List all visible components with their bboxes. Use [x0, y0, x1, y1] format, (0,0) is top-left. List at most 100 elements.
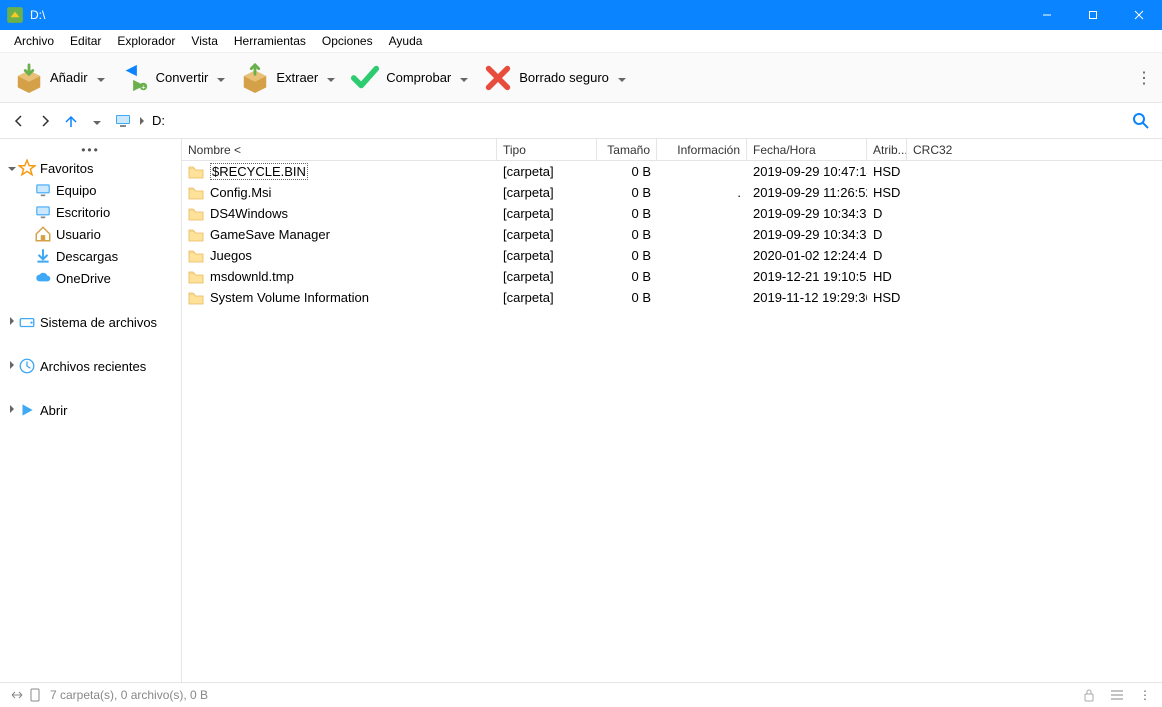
sidebar-fav-item[interactable]: Usuario: [0, 223, 181, 245]
tree-recent[interactable]: Archivos recientes: [0, 355, 181, 377]
file-info: .: [657, 185, 747, 200]
file-row[interactable]: msdownld.tmp[carpeta]0 B2019-12-21 19:10…: [182, 266, 1162, 287]
file-date: 2020-01-02 12:24:44: [747, 248, 867, 263]
menu-herramientas[interactable]: Herramientas: [226, 30, 314, 52]
file-type: [carpeta]: [497, 164, 597, 179]
chevron-down-icon[interactable]: [94, 70, 108, 85]
file-attr: D: [867, 227, 907, 242]
file-pane: Nombre < Tipo Tamaño Información Fecha/H…: [182, 139, 1162, 682]
back-button[interactable]: [6, 108, 32, 134]
menu-opciones[interactable]: Opciones: [314, 30, 381, 52]
file-name: Config.Msi: [210, 185, 271, 200]
extract-button[interactable]: Extraer: [236, 60, 342, 96]
convert-icon: +: [120, 63, 150, 93]
breadcrumb-path[interactable]: D:: [148, 113, 169, 128]
status-bar: 7 carpeta(s), 0 archivo(s), 0 B ⋮: [0, 682, 1162, 707]
download-icon: [34, 248, 52, 264]
forward-button[interactable]: [32, 108, 58, 134]
up-button[interactable]: [58, 108, 84, 134]
menu-vista[interactable]: Vista: [183, 30, 225, 52]
maximize-button[interactable]: [1070, 0, 1116, 30]
tree-open[interactable]: Abrir: [0, 399, 181, 421]
file-size: 0 B: [597, 185, 657, 200]
tree-label: OneDrive: [56, 271, 111, 286]
sidebar-fav-item[interactable]: Equipo: [0, 179, 181, 201]
window-title: D:\: [30, 8, 1024, 22]
chevron-down-icon[interactable]: [214, 70, 228, 85]
col-info[interactable]: Información: [657, 139, 747, 160]
sidebar-fav-item[interactable]: Descargas: [0, 245, 181, 267]
menu-explorador[interactable]: Explorador: [109, 30, 183, 52]
secure-delete-button[interactable]: Borrado seguro: [479, 60, 633, 96]
toolbar-more-button[interactable]: ⋮: [1136, 68, 1152, 88]
tree-favorites[interactable]: Favoritos: [0, 157, 181, 179]
tree-label: Abrir: [40, 403, 67, 418]
sidebar-fav-item[interactable]: Escritorio: [0, 201, 181, 223]
file-type: [carpeta]: [497, 248, 597, 263]
play-icon: [18, 402, 36, 418]
box-extract-icon: [240, 63, 270, 93]
chevron-down-icon[interactable]: [457, 70, 471, 85]
chevron-down-icon[interactable]: [324, 70, 338, 85]
chevron-right-icon[interactable]: [6, 405, 18, 416]
clock-icon: [18, 358, 36, 374]
resize-icon[interactable]: [8, 688, 26, 702]
add-button[interactable]: Añadir: [10, 60, 112, 96]
chevron-down-icon[interactable]: [6, 163, 18, 174]
file-size: 0 B: [597, 269, 657, 284]
file-row[interactable]: Config.Msi[carpeta]0 B.2019-09-29 11:26:…: [182, 182, 1162, 203]
chevron-right-icon[interactable]: [6, 361, 18, 372]
file-row[interactable]: GameSave Manager[carpeta]0 B2019-09-29 1…: [182, 224, 1162, 245]
sidebar-fav-item[interactable]: OneDrive: [0, 267, 181, 289]
folder-icon: [188, 270, 204, 284]
file-row[interactable]: System Volume Information[carpeta]0 B201…: [182, 287, 1162, 308]
main-area: ••• Favoritos EquipoEscritorioUsuarioDes…: [0, 139, 1162, 682]
chevron-down-icon[interactable]: [615, 70, 629, 85]
file-row[interactable]: $RECYCLE.BIN[carpeta]0 B2019-09-29 10:47…: [182, 161, 1162, 182]
device-icon[interactable]: [26, 688, 44, 702]
sidebar-dots-icon[interactable]: •••: [0, 143, 181, 157]
status-more-icon[interactable]: ⋮: [1136, 688, 1154, 702]
minimize-button[interactable]: [1024, 0, 1070, 30]
search-button[interactable]: [1126, 112, 1156, 130]
col-name[interactable]: Nombre <: [182, 139, 497, 160]
chevron-right-icon[interactable]: [6, 317, 18, 328]
file-row[interactable]: DS4Windows[carpeta]0 B2019-09-29 10:34:3…: [182, 203, 1162, 224]
tree-filesystem[interactable]: Sistema de archivos: [0, 311, 181, 333]
title-bar: D:\: [0, 0, 1162, 30]
file-size: 0 B: [597, 290, 657, 305]
convert-button[interactable]: + Convertir: [116, 60, 233, 96]
file-row[interactable]: Juegos[carpeta]0 B2020-01-02 12:24:44D: [182, 245, 1162, 266]
folder-icon: [188, 291, 204, 305]
status-summary: 7 carpeta(s), 0 archivo(s), 0 B: [50, 688, 208, 702]
col-attr[interactable]: Atrib...: [867, 139, 907, 160]
sidebar: ••• Favoritos EquipoEscritorioUsuarioDes…: [0, 139, 182, 682]
toolbar: Añadir + Convertir Extraer Comprobar Bor…: [0, 53, 1162, 103]
col-type[interactable]: Tipo: [497, 139, 597, 160]
test-button[interactable]: Comprobar: [346, 60, 475, 96]
file-attr: HSD: [867, 185, 907, 200]
col-date[interactable]: Fecha/Hora: [747, 139, 867, 160]
lock-icon[interactable]: [1080, 688, 1098, 702]
close-button[interactable]: [1116, 0, 1162, 30]
file-date: 2019-09-29 10:34:36: [747, 206, 867, 221]
file-size: 0 B: [597, 227, 657, 242]
col-crc[interactable]: CRC32: [907, 139, 967, 160]
monitor-icon: [34, 182, 52, 198]
convert-label: Convertir: [156, 70, 209, 85]
history-dropdown[interactable]: [84, 108, 110, 134]
file-name: System Volume Information: [210, 290, 369, 305]
menu-editar[interactable]: Editar: [62, 30, 109, 52]
file-attr: HSD: [867, 164, 907, 179]
computer-icon[interactable]: [110, 108, 136, 134]
menu-ayuda[interactable]: Ayuda: [381, 30, 431, 52]
file-attr: HSD: [867, 290, 907, 305]
test-label: Comprobar: [386, 70, 451, 85]
col-size[interactable]: Tamaño: [597, 139, 657, 160]
file-date: 2019-09-29 11:26:52: [747, 185, 867, 200]
tree-label: Favoritos: [40, 161, 93, 176]
monitor-icon: [34, 204, 52, 220]
file-size: 0 B: [597, 248, 657, 263]
menu-archivo[interactable]: Archivo: [6, 30, 62, 52]
list-view-icon[interactable]: [1108, 689, 1126, 701]
